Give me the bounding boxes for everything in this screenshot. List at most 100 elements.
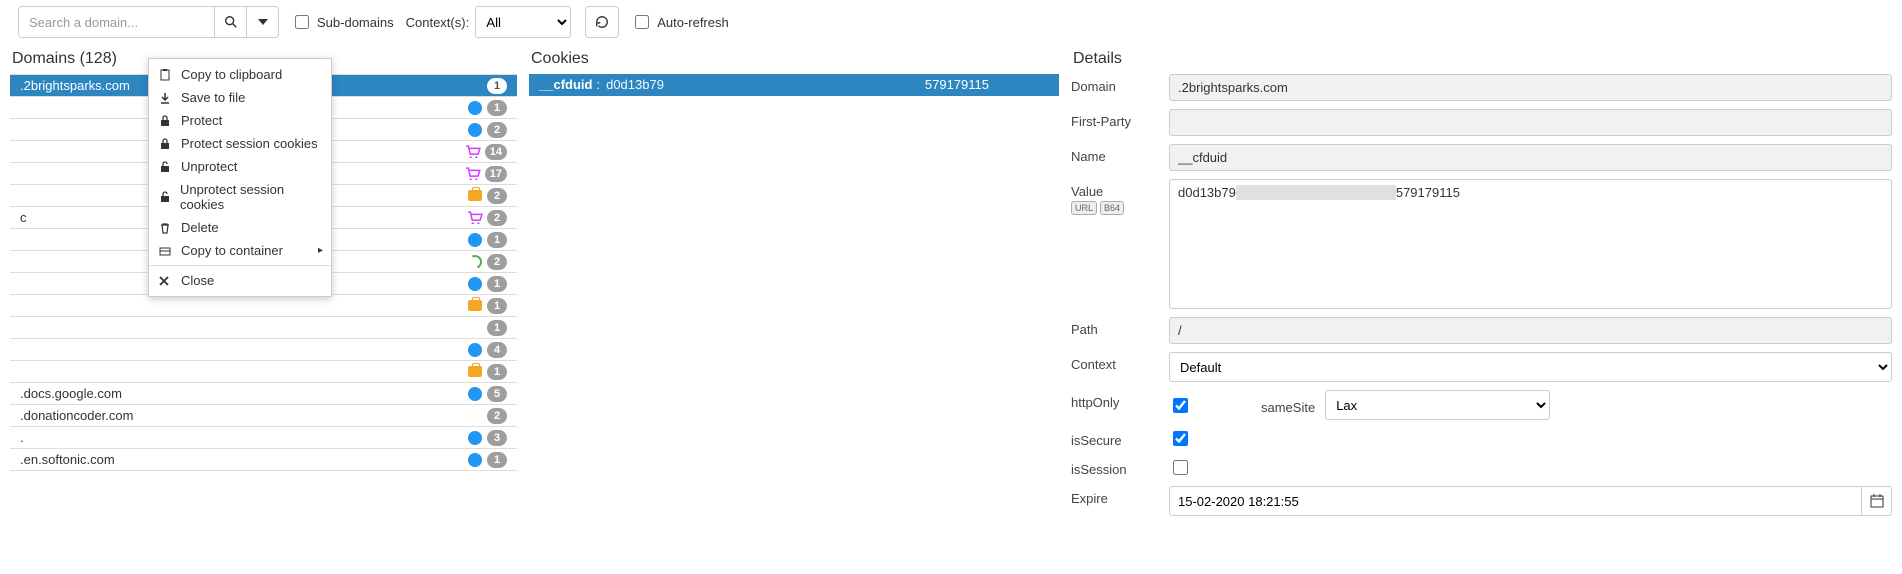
domain-row[interactable]: .3 <box>10 427 517 449</box>
menu-item-label: Unprotect <box>181 159 237 174</box>
domain-name: . <box>20 430 24 445</box>
domain-count-badge: 14 <box>485 144 507 160</box>
domain-count-badge: 1 <box>487 452 507 468</box>
field-expire[interactable] <box>1169 486 1862 516</box>
domain-name: .en.softonic.com <box>20 452 115 467</box>
context-menu[interactable]: Copy to clipboard Save to file Protect Prot… <box>148 58 332 297</box>
cookies-column: Cookies __cfduid:d0d13b79579179115 <box>529 44 1059 524</box>
refresh-button[interactable] <box>585 6 619 38</box>
refresh-icon <box>595 15 609 29</box>
field-issession[interactable] <box>1173 460 1188 475</box>
menu-item-save-to-file[interactable]: Save to file <box>149 86 331 109</box>
menu-item-close[interactable]: Close <box>149 269 331 292</box>
label-domain: Domain <box>1071 74 1159 94</box>
domain-row[interactable]: 1 <box>10 295 517 317</box>
field-context[interactable]: Default <box>1169 352 1892 382</box>
domain-count-badge: 17 <box>485 166 507 182</box>
domain-row[interactable]: .en.softonic.com 1 <box>10 449 517 471</box>
dot-blue-icon <box>467 342 483 358</box>
menu-item-unprotect[interactable]: Unprotect <box>149 155 331 178</box>
search-icon <box>224 15 238 29</box>
main: Domains (128) .2brightsparks.com11214172… <box>0 44 1902 524</box>
domain-count-badge: 1 <box>487 276 507 292</box>
cookies-header: Cookies <box>529 44 1059 74</box>
domain-count-badge: 1 <box>487 78 507 94</box>
cookie-colon: : <box>596 77 600 92</box>
field-path[interactable] <box>1169 317 1892 344</box>
menu-separator <box>149 265 331 266</box>
chevron-right-icon: ▸ <box>318 245 323 256</box>
lock-icon <box>159 115 173 127</box>
domain-name: .docs.google.com <box>20 386 122 401</box>
search-input[interactable] <box>19 7 214 37</box>
domain-count-badge: 2 <box>487 122 507 138</box>
field-httponly[interactable] <box>1173 398 1188 413</box>
field-name[interactable] <box>1169 144 1892 171</box>
cart-icon <box>465 144 481 160</box>
cookie-name: __cfduid <box>539 77 592 92</box>
field-issecure[interactable] <box>1173 431 1188 446</box>
menu-item-delete[interactable]: Delete <box>149 216 331 239</box>
close-icon <box>159 276 173 286</box>
domain-name: .2brightsparks.com <box>20 78 130 93</box>
details-column: Details Domain First-Party Name Value UR… <box>1071 44 1892 524</box>
label-value-group: Value URL B64 <box>1071 179 1159 215</box>
domain-count-badge: 1 <box>487 364 507 380</box>
menu-item-copy-to-container[interactable]: Copy to container▸ <box>149 239 331 262</box>
domain-count-badge: 3 <box>487 430 507 446</box>
dot-blue-icon <box>467 100 483 116</box>
cookie-row[interactable]: __cfduid:d0d13b79579179115 <box>529 74 1059 96</box>
lock-icon <box>159 138 173 150</box>
menu-item-unprotect-session-cookies[interactable]: Unprotect session cookies <box>149 178 331 216</box>
badge-b64[interactable]: B64 <box>1100 201 1124 215</box>
briefcase-icon <box>467 188 483 204</box>
menu-item-copy-to-clipboard[interactable]: Copy to clipboard <box>149 63 331 86</box>
cookie-list[interactable]: __cfduid:d0d13b79579179115 <box>529 74 1059 96</box>
subdomains-toggle[interactable]: Sub-domains <box>291 12 394 32</box>
domain-row[interactable]: .donationcoder.com2 <box>10 405 517 427</box>
menu-item-protect-session-cookies[interactable]: Protect session cookies <box>149 132 331 155</box>
unlock-icon <box>159 161 173 173</box>
menu-item-label: Save to file <box>181 90 245 105</box>
label-expire: Expire <box>1071 486 1159 506</box>
domain-row[interactable]: 1 <box>10 317 517 339</box>
dot-blue-icon <box>467 276 483 292</box>
badge-url[interactable]: URL <box>1071 201 1097 215</box>
label-issession: isSession <box>1071 457 1159 477</box>
domain-count-badge: 2 <box>487 210 507 226</box>
domain-name: .donationcoder.com <box>20 408 133 423</box>
menu-item-protect[interactable]: Protect <box>149 109 331 132</box>
calendar-button[interactable] <box>1862 486 1892 516</box>
autorefresh-toggle[interactable]: Auto-refresh <box>631 12 729 32</box>
toolbar: Sub-domains Context(s): All Auto-refresh <box>0 0 1902 44</box>
dot-blue-icon <box>467 122 483 138</box>
domain-row[interactable]: 4 <box>10 339 517 361</box>
domain-row[interactable]: 1 <box>10 361 517 383</box>
domain-row[interactable]: .docs.google.com5 <box>10 383 517 405</box>
domain-count-badge: 2 <box>487 254 507 270</box>
value-part-b: 579179115 <box>1396 185 1460 200</box>
field-samesite[interactable]: Lax <box>1325 390 1550 420</box>
autorefresh-label: Auto-refresh <box>657 15 729 30</box>
briefcase-icon <box>467 298 483 314</box>
subdomains-label: Sub-domains <box>317 15 394 30</box>
menu-item-label: Close <box>181 273 214 288</box>
label-path: Path <box>1071 317 1159 337</box>
unlock-icon <box>159 191 172 203</box>
search-button[interactable] <box>214 7 246 37</box>
field-value[interactable]: d0d13b79 579179115 <box>1169 179 1892 309</box>
menu-item-label: Protect session cookies <box>181 136 318 151</box>
contexts-select[interactable]: All <box>475 6 571 38</box>
autorefresh-checkbox[interactable] <box>635 15 649 29</box>
label-name: Name <box>1071 144 1159 164</box>
contexts-label: Context(s): <box>406 15 470 30</box>
menu-item-label: Protect <box>181 113 222 128</box>
swirl-icon <box>467 254 483 270</box>
field-domain[interactable] <box>1169 74 1892 101</box>
briefcase-icon <box>467 364 483 380</box>
menu-item-label: Delete <box>181 220 219 235</box>
subdomains-checkbox[interactable] <box>295 15 309 29</box>
search-dropdown[interactable] <box>246 7 278 37</box>
label-context: Context <box>1071 352 1159 372</box>
field-first-party[interactable] <box>1169 109 1892 136</box>
